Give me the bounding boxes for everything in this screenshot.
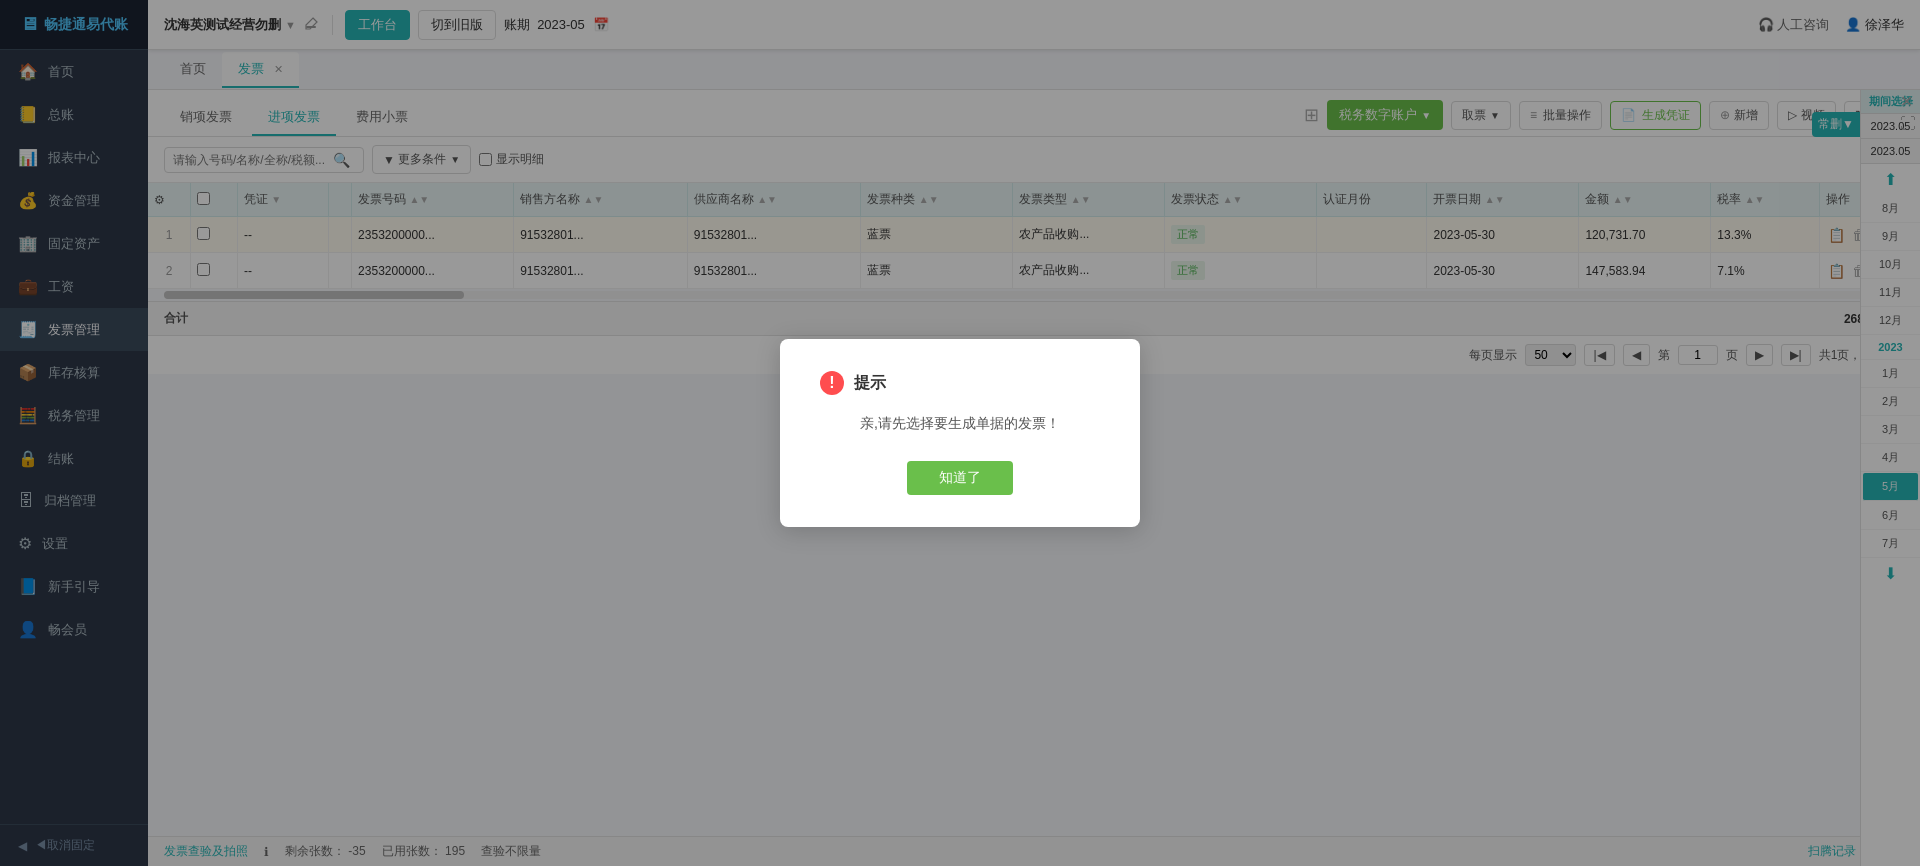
modal-header: ! 提示 <box>820 371 1100 395</box>
modal-warning-icon: ! <box>820 371 844 395</box>
modal-ok-btn[interactable]: 知道了 <box>907 461 1013 495</box>
modal-footer: 知道了 <box>820 461 1100 495</box>
modal-overlay: ! 提示 亲,请先选择要生成单据的发票！ 知道了 <box>0 0 1920 866</box>
modal-dialog: ! 提示 亲,请先选择要生成单据的发票！ 知道了 <box>780 339 1140 527</box>
modal-title: 提示 <box>854 373 886 394</box>
modal-body: 亲,请先选择要生成单据的发票！ <box>820 415 1100 433</box>
